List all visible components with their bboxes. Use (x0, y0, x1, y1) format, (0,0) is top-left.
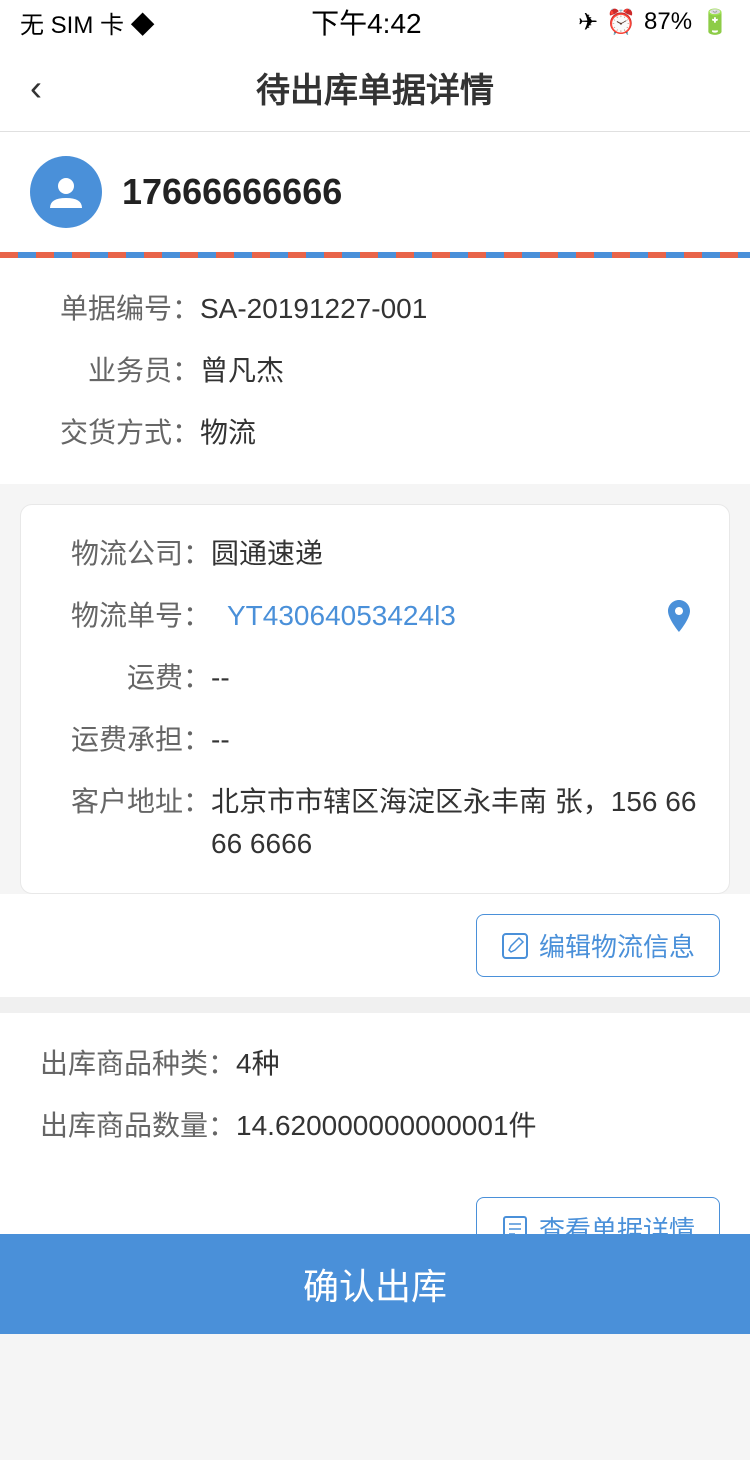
status-bar: 无 SIM 卡 ◆ 下午4:42 ✈ ⏰ 87% 🔋 (0, 0, 750, 44)
address-row: 客户地址： 北京市市辖区海淀区永丰南 张，156 6666 6666 (51, 781, 699, 865)
edit-logistics-label: 编辑物流信息 (539, 927, 695, 964)
goods-type-row: 出库商品种类： 4种 (40, 1043, 710, 1085)
tracking-no-value: YT43064053424l3 (227, 595, 643, 637)
location-pin-icon[interactable] (659, 596, 699, 636)
delivery-label: 交货方式： (40, 412, 200, 454)
freight-bearer-row: 运费承担： -- (51, 719, 699, 761)
section-divider (0, 997, 750, 1013)
alarm-icon: ⏰ (606, 8, 636, 37)
freight-bearer-value: -- (211, 719, 699, 761)
status-time: 下午4:42 (311, 2, 422, 42)
edit-icon (501, 932, 529, 960)
customer-phone: 17666666666 (122, 171, 342, 213)
freight-bearer-label: 运费承担： (51, 719, 211, 761)
confirm-btn-bar[interactable]: 确认出库 (0, 1234, 750, 1334)
order-no-value: SA-20191227-001 (200, 288, 710, 330)
sales-person-label: 业务员： (40, 350, 200, 392)
edit-btn-row: 编辑物流信息 (0, 894, 750, 997)
edit-logistics-button[interactable]: 编辑物流信息 (476, 914, 720, 977)
goods-type-label: 出库商品种类： (40, 1043, 236, 1085)
address-value: 北京市市辖区海淀区永丰南 张，156 6666 6666 (211, 781, 699, 865)
back-button[interactable]: ‹ (30, 67, 42, 109)
location-status-icon: ✈ (578, 8, 598, 37)
tracking-no-row: 物流单号： YT43064053424l3 (51, 595, 699, 637)
battery-icon: 🔋 (700, 8, 730, 37)
freight-value: -- (211, 657, 699, 699)
sales-person-row: 业务员： 曾凡杰 (40, 350, 710, 392)
order-no-label: 单据编号： (40, 288, 200, 330)
delivery-row: 交货方式： 物流 (40, 412, 710, 454)
delivery-value: 物流 (200, 412, 710, 454)
order-no-row: 单据编号： SA-20191227-001 (40, 288, 710, 330)
freight-row: 运费： -- (51, 657, 699, 699)
goods-quantity-row: 出库商品数量： 14.620000000000001件 (40, 1105, 710, 1147)
avatar-icon (46, 172, 86, 212)
logistics-card: 物流公司： 圆通速递 物流单号： YT43064053424l3 运费： -- … (20, 504, 730, 894)
logistics-company-label: 物流公司： (51, 533, 211, 575)
sales-person-value: 曾凡杰 (200, 350, 710, 392)
goods-section: 出库商品种类： 4种 出库商品数量： 14.620000000000001件 (0, 1013, 750, 1177)
page-title: 待出库单据详情 (256, 63, 494, 112)
goods-quantity-label: 出库商品数量： (40, 1105, 236, 1147)
goods-type-value: 4种 (236, 1043, 710, 1085)
logistics-company-value: 圆通速递 (211, 533, 699, 575)
customer-card: 17666666666 (0, 132, 750, 252)
order-info-section: 单据编号： SA-20191227-001 业务员： 曾凡杰 交货方式： 物流 (0, 258, 750, 484)
confirm-btn-text: 确认出库 (303, 1258, 447, 1310)
battery-level: 87% (644, 8, 692, 36)
logistics-company-row: 物流公司： 圆通速递 (51, 533, 699, 575)
address-label: 客户地址： (51, 781, 211, 823)
goods-quantity-value: 14.620000000000001件 (236, 1105, 710, 1147)
avatar (30, 156, 102, 228)
status-left: 无 SIM 卡 ◆ (20, 5, 155, 40)
status-right: ✈ ⏰ 87% 🔋 (578, 8, 730, 37)
tracking-no-label: 物流单号： (51, 595, 211, 637)
nav-bar: ‹ 待出库单据详情 (0, 44, 750, 132)
freight-label: 运费： (51, 657, 211, 699)
sim-status: 无 SIM 卡 ◆ (20, 5, 155, 40)
